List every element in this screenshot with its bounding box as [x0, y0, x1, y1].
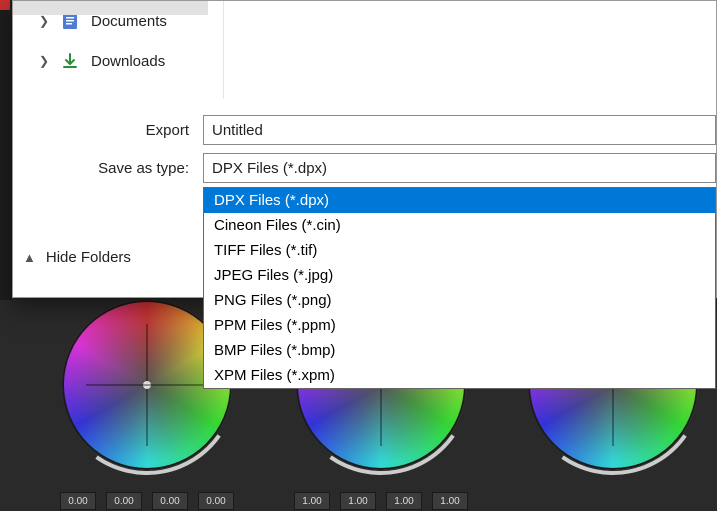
file-type-option[interactable]: PPM Files (*.ppm) — [204, 313, 715, 338]
file-type-option[interactable]: JPEG Files (*.jpg) — [204, 263, 715, 288]
filename-input[interactable] — [203, 115, 716, 145]
app-accent-chip — [0, 0, 10, 10]
value-box[interactable]: 0.00 — [198, 492, 234, 510]
value-box[interactable]: 1.00 — [432, 492, 468, 510]
tree-item-label: Documents — [91, 13, 167, 30]
chevron-right-icon: ❯ — [39, 54, 49, 68]
file-type-option[interactable]: PNG Files (*.png) — [204, 288, 715, 313]
tree-header-shade — [13, 1, 208, 15]
file-type-option[interactable]: XPM Files (*.xpm) — [204, 363, 715, 388]
tree-item-downloads[interactable]: ❯ Downloads — [13, 41, 221, 81]
tree-item-label: Downloads — [91, 53, 165, 70]
file-type-option[interactable]: BMP Files (*.bmp) — [204, 338, 715, 363]
export-form: Export Save as type: DPX Files (*.dpx) D… — [13, 111, 716, 187]
folder-tree: ❯ Documents ❯ Downloads — [13, 1, 221, 99]
downloads-icon — [61, 52, 79, 70]
pane-divider — [223, 1, 224, 99]
file-type-option[interactable]: Cineon Files (*.cin) — [204, 213, 715, 238]
save-as-type-label: Save as type: — [13, 160, 203, 177]
chevron-right-icon: ❯ — [39, 14, 49, 28]
chevron-up-icon: ▲ — [23, 250, 36, 265]
file-type-option[interactable]: TIFF Files (*.tif) — [204, 238, 715, 263]
hide-folders-toggle[interactable]: ▲ Hide Folders — [23, 249, 131, 266]
value-box[interactable]: 0.00 — [60, 492, 96, 510]
value-box[interactable]: 1.00 — [294, 492, 330, 510]
file-type-combobox[interactable]: DPX Files (*.dpx) — [203, 153, 716, 183]
file-type-dropdown[interactable]: DPX Files (*.dpx) Cineon Files (*.cin) T… — [203, 187, 716, 389]
value-box[interactable]: 1.00 — [340, 492, 376, 510]
app-sidebar-sliver — [0, 0, 12, 300]
value-box[interactable]: 1.00 — [386, 492, 422, 510]
file-type-option[interactable]: DPX Files (*.dpx) — [204, 188, 715, 213]
export-label: Export — [13, 122, 203, 139]
hide-folders-label: Hide Folders — [46, 249, 131, 266]
export-dialog: ❯ Documents ❯ Downloads — [12, 0, 717, 298]
value-box[interactable]: 0.00 — [152, 492, 188, 510]
value-box[interactable]: 0.00 — [106, 492, 142, 510]
combobox-value: DPX Files (*.dpx) — [212, 160, 327, 177]
